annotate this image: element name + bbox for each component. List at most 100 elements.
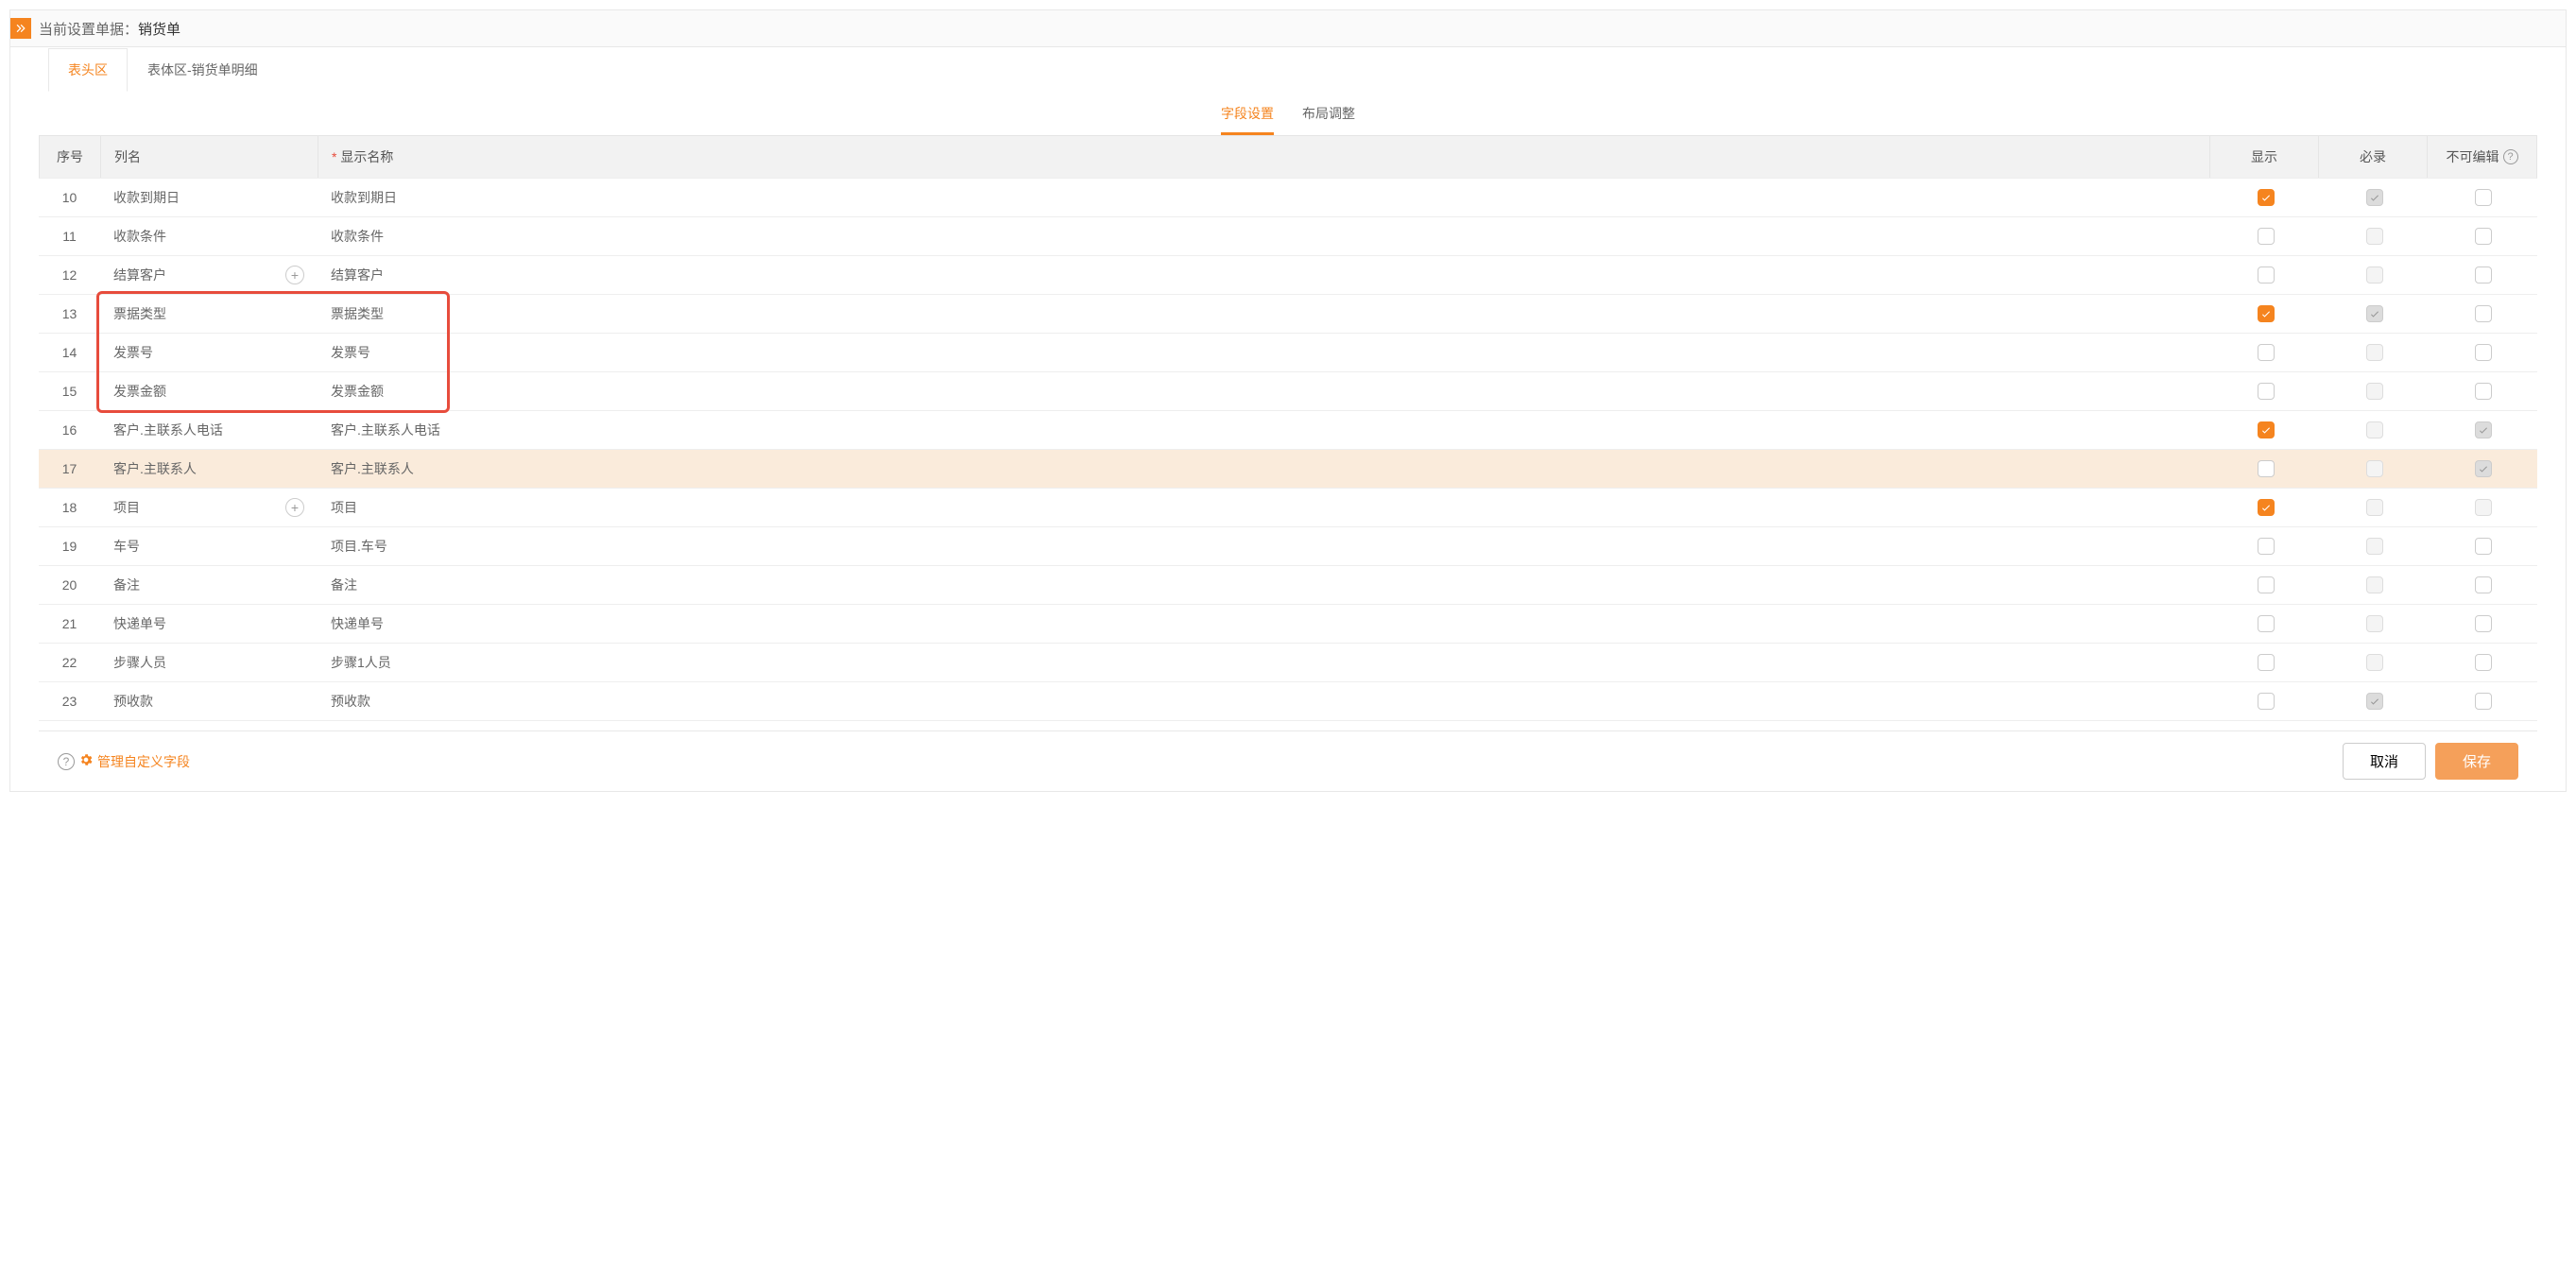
checkbox-show[interactable] (2258, 654, 2275, 671)
cell-readonly (2429, 644, 2537, 681)
row-display-name[interactable]: 票据类型 (318, 295, 2211, 333)
checkbox-show[interactable] (2258, 344, 2275, 361)
chevron-right-double-icon (14, 22, 27, 35)
col-name-text: 客户.主联系人电话 (113, 421, 223, 439)
col-name-text: 车号 (113, 537, 140, 556)
sub-tab-0[interactable]: 字段设置 (1221, 104, 1274, 135)
main-tab-0[interactable]: 表头区 (48, 48, 128, 92)
row-display-name[interactable]: 发票金额 (318, 372, 2211, 410)
footer-right: 取消 保存 (2343, 743, 2518, 780)
cell-show (2211, 450, 2320, 488)
checkbox-readonly[interactable] (2475, 305, 2492, 322)
checkbox-readonly (2475, 499, 2492, 516)
cell-show (2211, 334, 2320, 371)
checkbox-show[interactable] (2258, 460, 2275, 477)
checkbox-readonly[interactable] (2475, 383, 2492, 400)
cancel-button[interactable]: 取消 (2343, 743, 2426, 780)
checkbox-readonly[interactable] (2475, 654, 2492, 671)
checkbox-readonly[interactable] (2475, 538, 2492, 555)
table-row: 13票据类型票据类型 (39, 295, 2537, 334)
table-row: 10收款到期日收款到期日 (39, 179, 2537, 217)
cell-show (2211, 256, 2320, 294)
cell-required (2320, 644, 2429, 681)
footer-bar: ? 管理自定义字段 取消 保存 (39, 731, 2537, 791)
row-display-name[interactable]: 发票号 (318, 334, 2211, 371)
checkbox-readonly[interactable] (2475, 266, 2492, 284)
cell-readonly (2429, 489, 2537, 526)
panel: 当前设置单据： 销货单 表头区表体区-销货单明细 字段设置布局调整 序号 列名 … (9, 9, 2567, 792)
checkbox-show[interactable] (2258, 499, 2275, 516)
expand-panel-button[interactable] (10, 18, 31, 39)
col-name-text: 项目 (113, 498, 140, 517)
cell-readonly (2429, 334, 2537, 371)
breadcrumb-label: 当前设置单据： (39, 19, 138, 39)
cell-required (2320, 489, 2429, 526)
main-tab-1[interactable]: 表体区-销货单明细 (128, 48, 278, 92)
save-button[interactable]: 保存 (2435, 743, 2518, 780)
checkbox-show[interactable] (2258, 421, 2275, 438)
row-col-name: 步骤人员 (100, 644, 318, 681)
row-display-name[interactable]: 客户.主联系人电话 (318, 411, 2211, 449)
checkbox-show[interactable] (2258, 693, 2275, 710)
checkbox-required (2366, 228, 2383, 245)
question-icon[interactable]: ? (58, 753, 75, 770)
col-name-text: 预收款 (113, 692, 153, 711)
header-name: 列名 (101, 136, 318, 178)
checkbox-show[interactable] (2258, 305, 2275, 322)
row-display-name[interactable]: 备注 (318, 566, 2211, 604)
checkbox-required (2366, 383, 2383, 400)
checkbox-readonly[interactable] (2475, 693, 2492, 710)
row-display-name[interactable]: 快递单号 (318, 605, 2211, 643)
checkbox-required (2366, 615, 2383, 632)
checkbox-show[interactable] (2258, 383, 2275, 400)
row-seq: 11 (39, 217, 100, 255)
manage-custom-fields-link[interactable]: 管理自定义字段 (78, 752, 190, 771)
checkbox-show[interactable] (2258, 615, 2275, 632)
help-icon[interactable]: ? (2503, 149, 2518, 164)
checkbox-show[interactable] (2258, 538, 2275, 555)
row-display-name[interactable]: 收款条件 (318, 217, 2211, 255)
table-row: 17客户.主联系人客户.主联系人 (39, 450, 2537, 489)
add-child-field-button[interactable]: + (285, 266, 304, 284)
row-display-name[interactable]: 客户.主联系人 (318, 450, 2211, 488)
table-row: 23预收款预收款 (39, 682, 2537, 721)
checkbox-readonly[interactable] (2475, 576, 2492, 593)
row-display-name[interactable]: 项目 (318, 489, 2211, 526)
table-row: 22步骤人员步骤1人员 (39, 644, 2537, 682)
checkbox-readonly[interactable] (2475, 344, 2492, 361)
row-seq: 15 (39, 372, 100, 410)
required-asterisk: * (332, 149, 336, 164)
header-required: 必录 (2319, 136, 2428, 178)
row-display-name[interactable]: 预收款 (318, 682, 2211, 720)
checkbox-show[interactable] (2258, 576, 2275, 593)
checkbox-show[interactable] (2258, 228, 2275, 245)
row-col-name: 收款条件 (100, 217, 318, 255)
main-tabs: 表头区表体区-销货单明细 (10, 47, 2566, 91)
table-row: 19车号项目.车号 (39, 527, 2537, 566)
cell-show (2211, 605, 2320, 643)
checkbox-required (2366, 693, 2383, 710)
row-display-name[interactable]: 步骤1人员 (318, 644, 2211, 681)
checkbox-required (2366, 460, 2383, 477)
add-child-field-button[interactable]: + (285, 498, 304, 517)
checkbox-readonly[interactable] (2475, 189, 2492, 206)
table-header-row: 序号 列名 * 显示名称 显示 必录 不可编辑 ? (39, 135, 2537, 179)
checkbox-show[interactable] (2258, 189, 2275, 206)
row-col-name: 快递单号 (100, 605, 318, 643)
row-col-name: 项目 + (100, 489, 318, 526)
gear-icon (78, 752, 94, 770)
row-col-name: 车号 (100, 527, 318, 565)
field-table: 序号 列名 * 显示名称 显示 必录 不可编辑 ? 10收款到期日收款到期日11… (39, 135, 2537, 721)
checkbox-readonly[interactable] (2475, 228, 2492, 245)
checkbox-required (2366, 266, 2383, 284)
cell-show (2211, 411, 2320, 449)
row-display-name[interactable]: 项目.车号 (318, 527, 2211, 565)
footer-left: ? 管理自定义字段 (58, 752, 190, 771)
checkbox-readonly[interactable] (2475, 615, 2492, 632)
row-display-name[interactable]: 结算客户 (318, 256, 2211, 294)
row-display-name[interactable]: 收款到期日 (318, 179, 2211, 216)
row-col-name: 收款到期日 (100, 179, 318, 216)
sub-tab-1[interactable]: 布局调整 (1302, 104, 1355, 135)
checkbox-show[interactable] (2258, 266, 2275, 284)
checkbox-required (2366, 654, 2383, 671)
